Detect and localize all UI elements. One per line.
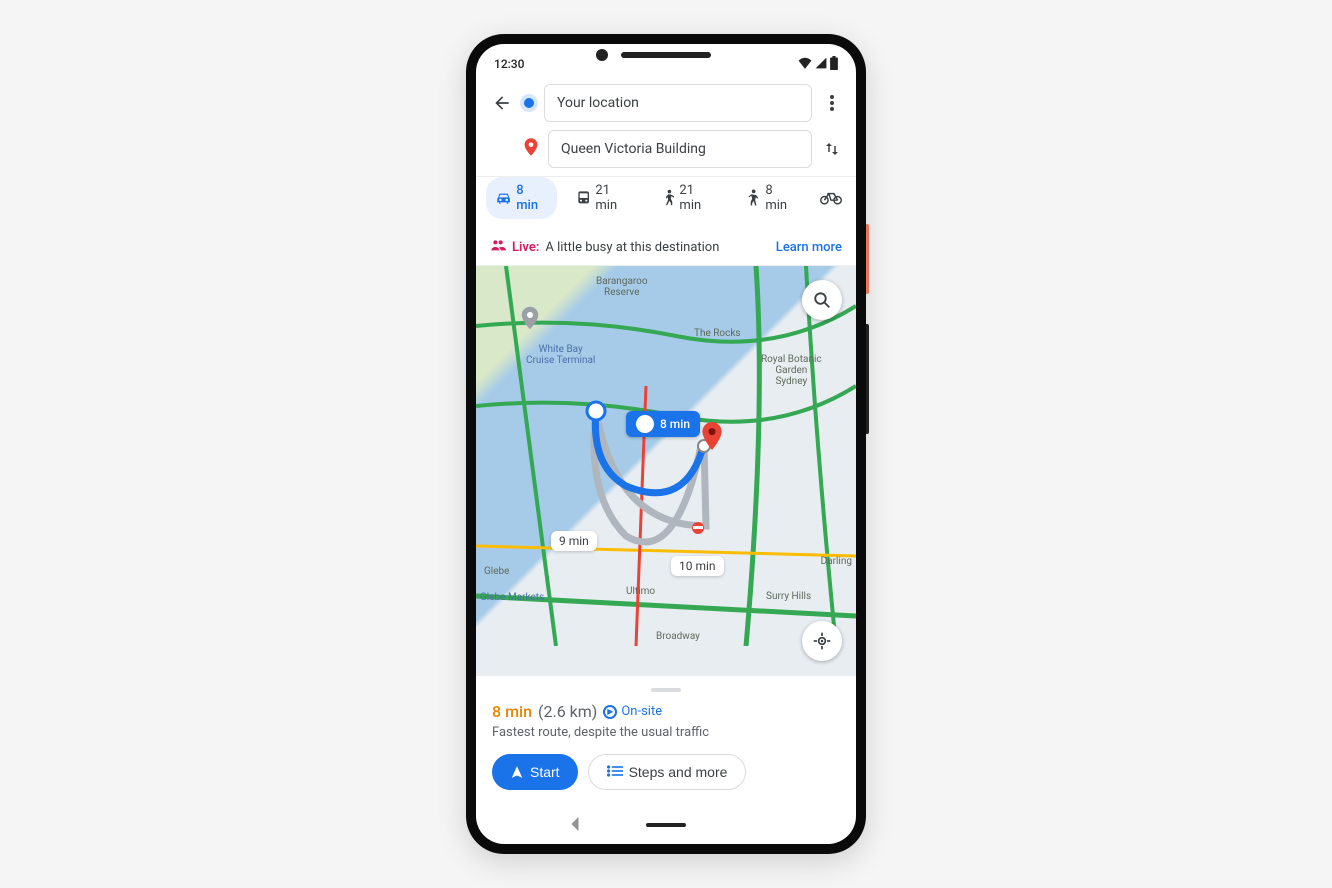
android-nav-bar xyxy=(476,806,856,844)
route-label-alt2[interactable]: 10 min xyxy=(671,556,724,576)
origin-dot-icon xyxy=(524,98,534,108)
map-poi-the-rocks: The Rocks xyxy=(694,328,741,339)
mode-bike[interactable] xyxy=(816,185,846,211)
mode-walk[interactable]: 21 min xyxy=(653,177,727,219)
route-distance: (2.6 km) xyxy=(538,702,597,721)
onsite-badge: ▶ On-site xyxy=(603,704,662,719)
learn-more-link[interactable]: Learn more xyxy=(776,240,842,255)
steps-label: Steps and more xyxy=(629,764,728,780)
signal-icon xyxy=(815,57,827,72)
route-label-alt1[interactable]: 9 min xyxy=(551,531,597,551)
origin-label: Your location xyxy=(557,95,639,111)
start-label: Start xyxy=(530,764,560,780)
map-poi-barangaroo: BarangarooReserve xyxy=(596,276,648,298)
status-time: 12:30 xyxy=(494,57,524,71)
front-camera xyxy=(596,49,608,61)
steps-button[interactable]: Steps and more xyxy=(588,754,747,790)
destination-input[interactable]: Queen Victoria Building xyxy=(548,130,812,168)
nav-home-button[interactable] xyxy=(646,823,686,827)
phone-frame: 12:30 Your location xyxy=(466,34,866,854)
route-time: 8 min xyxy=(492,702,532,721)
mode-drive[interactable]: 8 min xyxy=(486,177,557,219)
live-status-bar: Live: A little busy at this destination … xyxy=(476,229,856,266)
nav-back-button[interactable] xyxy=(569,816,581,835)
travel-mode-tabs: 8 min 21 min 21 min 8 min xyxy=(476,177,856,229)
route-subtitle: Fastest route, despite the usual traffic xyxy=(492,725,840,740)
map-poi-glebe-markets: Glebe Markets xyxy=(480,592,544,603)
map-poi-glebe: Glebe xyxy=(484,566,509,577)
destination-label: Queen Victoria Building xyxy=(561,141,706,157)
mode-drive-time: 8 min xyxy=(516,183,547,213)
mode-rideshare[interactable]: 8 min xyxy=(737,177,806,219)
battery-icon xyxy=(830,56,838,73)
map-poi-white-bay: White BayCruise Terminal xyxy=(526,344,595,366)
destination-pin-icon xyxy=(524,138,538,160)
map-poi-surry-hills: Surry Hills xyxy=(766,591,811,602)
more-options-button[interactable] xyxy=(822,95,842,111)
list-icon xyxy=(607,764,623,780)
my-location-button[interactable] xyxy=(802,621,842,661)
screen: 12:30 Your location xyxy=(476,44,856,844)
sheet-handle[interactable] xyxy=(651,688,681,692)
directions-header: Your location Queen Victoria Building xyxy=(476,78,856,177)
parking-icon: ▶ xyxy=(603,705,617,719)
back-button[interactable] xyxy=(490,93,514,113)
route-label-main[interactable]: 8 min xyxy=(626,411,700,437)
live-label: Live: xyxy=(512,240,539,255)
destination-marker-icon xyxy=(701,422,723,450)
map-poi-botanic: Royal BotanicGardenSydney xyxy=(761,354,822,387)
wifi-icon xyxy=(798,57,812,72)
mode-transit-time: 21 min xyxy=(595,183,633,213)
mode-transit[interactable]: 21 min xyxy=(567,177,643,219)
people-icon xyxy=(490,239,506,255)
map-poi-ultimo: Ultimo xyxy=(626,586,655,597)
map-search-button[interactable] xyxy=(802,280,842,320)
map-poi-broadway: Broadway xyxy=(656,631,700,642)
mode-walk-time: 21 min xyxy=(679,183,717,213)
speaker-notch xyxy=(621,52,711,58)
map-view[interactable]: BarangarooReserve White BayCruise Termin… xyxy=(476,266,856,675)
navigate-icon xyxy=(510,765,524,779)
route-sheet[interactable]: 8 min (2.6 km) ▶ On-site Fastest route, … xyxy=(476,675,856,806)
start-button[interactable]: Start xyxy=(492,754,578,790)
map-marker-grey xyxy=(521,306,539,330)
live-text: A little busy at this destination xyxy=(545,240,719,255)
power-button xyxy=(866,224,869,294)
origin-input[interactable]: Your location xyxy=(544,84,812,122)
mode-rideshare-time: 8 min xyxy=(765,183,796,213)
swap-button[interactable] xyxy=(822,140,842,158)
map-poi-darling: Darling xyxy=(821,556,852,567)
volume-button xyxy=(866,324,869,434)
